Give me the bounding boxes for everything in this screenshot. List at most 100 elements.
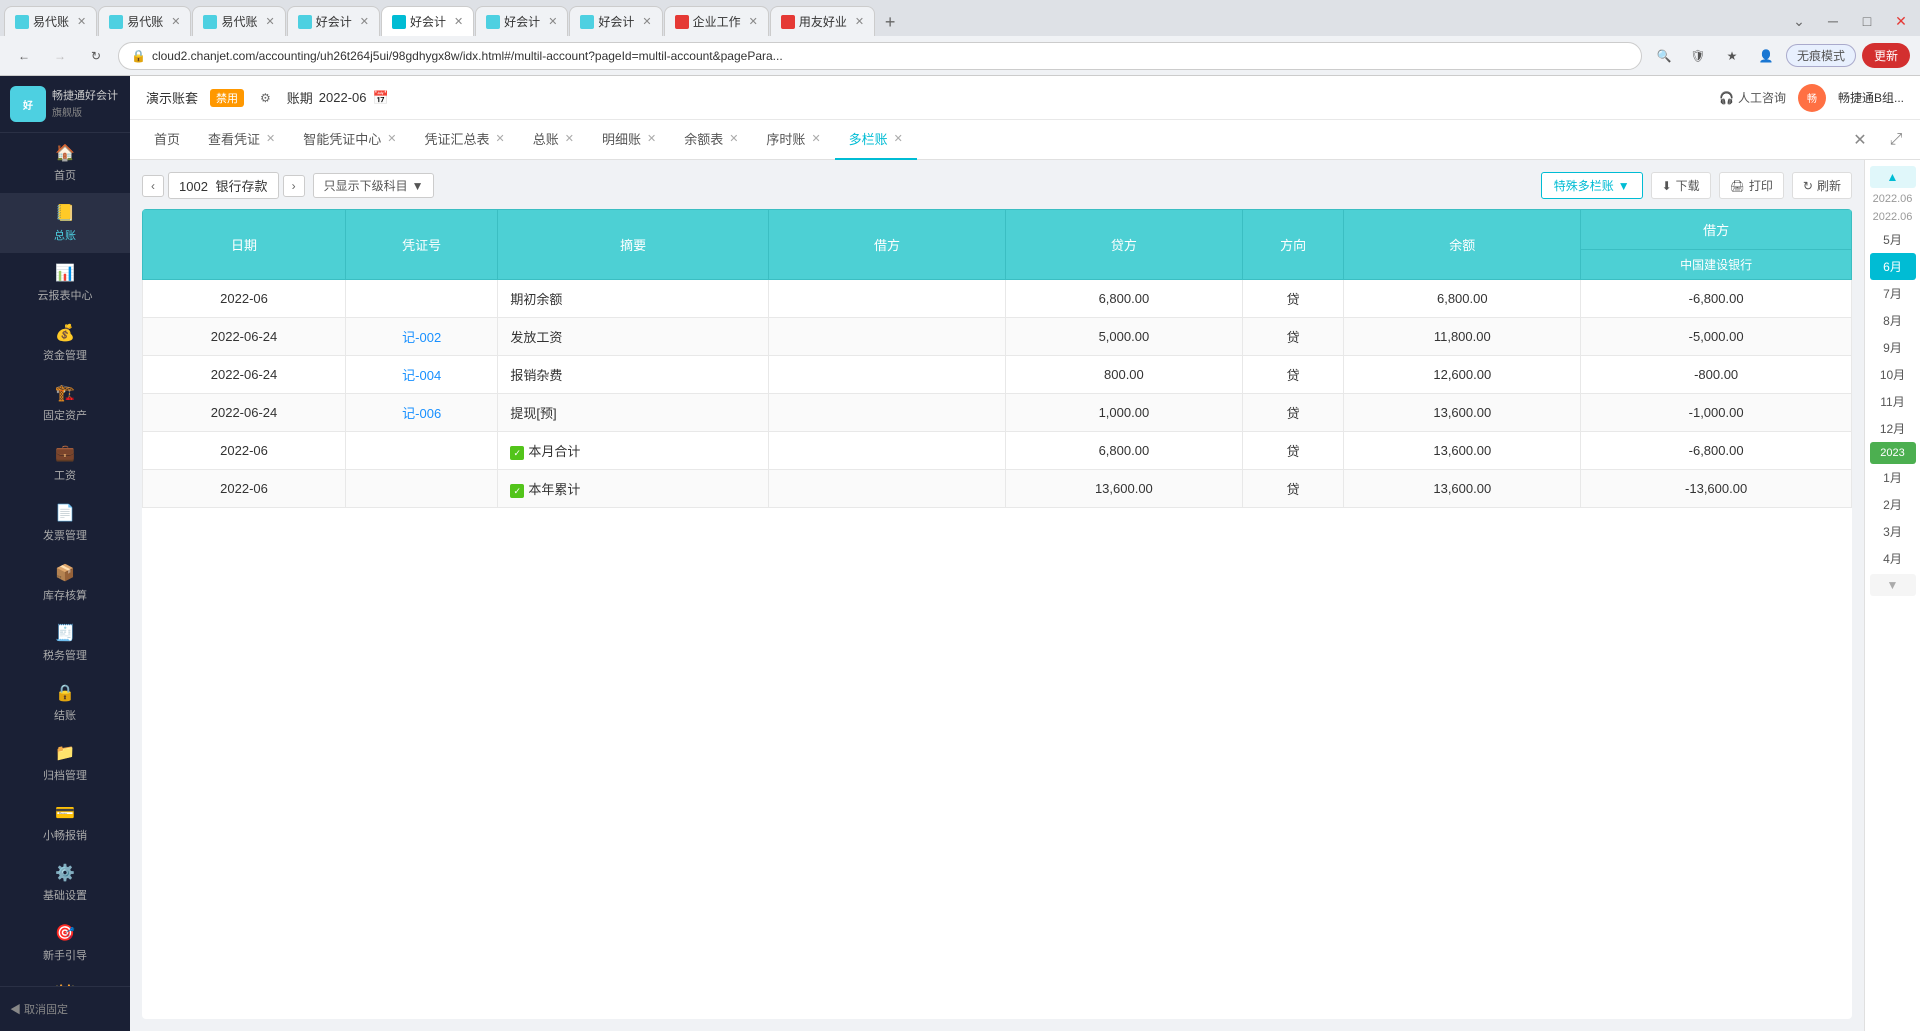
tab-close-detail-ledger[interactable]: ✕ xyxy=(647,132,656,145)
tab-smart-voucher[interactable]: 智能凭证中心 ✕ xyxy=(289,120,410,160)
panel-scroll-up[interactable]: ▲ xyxy=(1870,166,1916,188)
forward-btn[interactable]: → xyxy=(46,42,74,70)
sidebar-item-inventory[interactable]: 📦 库存核算 xyxy=(0,553,130,613)
browser-tab-7[interactable]: 好会计 ✕ xyxy=(569,6,662,36)
tab-close-1[interactable]: ✕ xyxy=(77,15,86,28)
new-tab-button[interactable]: + xyxy=(876,8,904,36)
sidebar-item-expense[interactable]: 💳 小畅报销 xyxy=(0,793,130,853)
topbar-settings-icon[interactable]: ⚙ xyxy=(260,91,271,105)
no-trace-btn[interactable]: 无痕模式 xyxy=(1786,44,1856,67)
collapse-tabs-btn[interactable]: ✕ xyxy=(1846,126,1874,154)
panel-month-8[interactable]: 8月 xyxy=(1870,307,1916,334)
print-btn[interactable]: 🖨 打印 xyxy=(1719,172,1784,199)
account-selector[interactable]: 1002 银行存款 xyxy=(168,172,279,199)
panel-month-11[interactable]: 11月 xyxy=(1870,388,1916,415)
unpin-btn[interactable]: ◀ 取消固定 xyxy=(6,997,124,1021)
tab-detail-ledger[interactable]: 明细账 ✕ xyxy=(588,120,670,160)
panel-month-12[interactable]: 12月 xyxy=(1870,415,1916,442)
sidebar-item-invoice[interactable]: 📄 发票管理 xyxy=(0,493,130,553)
user-avatar[interactable]: 畅 xyxy=(1798,84,1826,112)
demo-tag[interactable]: 禁用 xyxy=(210,89,244,107)
sidebar-item-reports[interactable]: 📊 云报表中心 xyxy=(0,253,130,313)
voucher-link[interactable]: 记-006 xyxy=(402,406,441,421)
tab-close-balance-table[interactable]: ✕ xyxy=(729,132,738,145)
filter-btn[interactable]: 只显示下级科目 ▼ xyxy=(313,173,435,198)
tab-close-3[interactable]: ✕ xyxy=(265,15,274,28)
reload-btn[interactable]: ↻ xyxy=(82,42,110,70)
sidebar-item-tax[interactable]: 🧾 税务管理 xyxy=(0,613,130,673)
panel-month-2023-1[interactable]: 1月 xyxy=(1870,464,1916,491)
panel-month-2023-3[interactable]: 3月 xyxy=(1870,518,1916,545)
tab-close-journal[interactable]: ✕ xyxy=(811,132,820,145)
sidebar-item-assets[interactable]: 🏗️ 固定资产 xyxy=(0,373,130,433)
refresh-btn[interactable]: ↻ 刷新 xyxy=(1792,172,1852,199)
update-btn[interactable]: 更新 xyxy=(1862,43,1910,68)
sidebar-item-settings[interactable]: ⚙️ 基础设置 xyxy=(0,853,130,913)
browser-tab-9[interactable]: 用友好业 ✕ xyxy=(770,6,875,36)
sidebar-item-archive[interactable]: 📁 归档管理 xyxy=(0,733,130,793)
sidebar-item-payroll[interactable]: 💼 工资 xyxy=(0,433,130,493)
panel-month-7[interactable]: 7月 xyxy=(1870,280,1916,307)
next-account-btn[interactable]: › xyxy=(283,175,305,197)
calendar-icon[interactable]: 📅 xyxy=(373,90,389,106)
tab-view-voucher[interactable]: 查看凭证 ✕ xyxy=(194,120,289,160)
tab-general-ledger[interactable]: 总账 ✕ xyxy=(519,120,588,160)
voucher-link[interactable]: 记-002 xyxy=(402,330,441,345)
tab-close-view-voucher[interactable]: ✕ xyxy=(266,132,275,145)
shield-icon[interactable]: 🛡 xyxy=(1684,42,1712,70)
voucher-link[interactable]: 记-004 xyxy=(402,368,441,383)
panel-month-2023-2[interactable]: 2月 xyxy=(1870,491,1916,518)
tab-home[interactable]: 首页 xyxy=(140,120,194,160)
panel-month-6[interactable]: 6月 xyxy=(1870,253,1916,280)
tab-close-smart-voucher[interactable]: ✕ xyxy=(387,132,396,145)
tab-close-general-ledger[interactable]: ✕ xyxy=(565,132,574,145)
sidebar-item-closing[interactable]: 🔒 结账 xyxy=(0,673,130,733)
browser-tab-5[interactable]: 好会计 ✕ xyxy=(381,6,474,36)
profile-icon[interactable]: 👤 xyxy=(1752,42,1780,70)
back-btn[interactable]: ← xyxy=(10,42,38,70)
panel-month-10[interactable]: 10月 xyxy=(1870,361,1916,388)
tab-close-voucher-summary[interactable]: ✕ xyxy=(496,132,505,145)
expand-tabs-btn[interactable]: ⤢ xyxy=(1882,126,1910,154)
tab-close-8[interactable]: ✕ xyxy=(749,15,758,28)
tab-dropdown-btn[interactable]: ⌄ xyxy=(1784,6,1814,36)
close-window-btn[interactable]: ✕ xyxy=(1886,6,1916,36)
tab-multi-col[interactable]: 多栏账 ✕ xyxy=(835,120,917,160)
tab-close-4[interactable]: ✕ xyxy=(360,15,369,28)
tab-voucher-summary[interactable]: 凭证汇总表 ✕ xyxy=(410,120,518,160)
search-icon[interactable]: 🔍 xyxy=(1650,42,1678,70)
tab-close-7[interactable]: ✕ xyxy=(642,15,651,28)
url-bar[interactable]: 🔒 cloud2.chanjet.com/accounting/uh26t264… xyxy=(118,42,1642,70)
tab-close-6[interactable]: ✕ xyxy=(548,15,557,28)
tab-balance-table[interactable]: 余额表 ✕ xyxy=(670,120,752,160)
tab-close-5[interactable]: ✕ xyxy=(454,15,463,28)
sidebar-item-member[interactable]: 👑 畅会员 xyxy=(0,973,130,986)
tab-close-multi-col[interactable]: ✕ xyxy=(894,132,903,145)
multi-col-btn[interactable]: 特殊多栏账 ▼ xyxy=(1541,172,1643,199)
panel-month-2023-4[interactable]: 4月 xyxy=(1870,545,1916,572)
tab-label-5: 好会计 xyxy=(410,13,446,30)
tab-journal[interactable]: 序时账 ✕ xyxy=(752,120,834,160)
browser-tab-4[interactable]: 好会计 ✕ xyxy=(287,6,380,36)
sidebar-item-ledger[interactable]: 📒 总账 xyxy=(0,193,130,253)
consult-btn[interactable]: 🎧 人工咨询 xyxy=(1719,89,1786,106)
browser-tab-3[interactable]: 易代账 ✕ xyxy=(192,6,285,36)
sidebar-item-guide[interactable]: 🎯 新手引导 xyxy=(0,913,130,973)
tab-close-9[interactable]: ✕ xyxy=(855,15,864,28)
bookmark-icon[interactable]: ★ xyxy=(1718,42,1746,70)
browser-tab-1[interactable]: 易代账 ✕ xyxy=(4,6,97,36)
panel-scroll-down[interactable]: ▼ xyxy=(1870,574,1916,596)
sidebar-item-home[interactable]: 🏠 首页 xyxy=(0,133,130,193)
panel-month-9[interactable]: 9月 xyxy=(1870,334,1916,361)
browser-tab-8[interactable]: 企业工作 ✕ xyxy=(664,6,769,36)
panel-month-5[interactable]: 5月 xyxy=(1870,226,1916,253)
prev-account-btn[interactable]: ‹ xyxy=(142,175,164,197)
sidebar-item-funds[interactable]: 💰 资金管理 xyxy=(0,313,130,373)
download-btn[interactable]: ⬇ 下载 xyxy=(1651,172,1711,199)
browser-tab-6[interactable]: 好会计 ✕ xyxy=(475,6,568,36)
tab-close-2[interactable]: ✕ xyxy=(171,15,180,28)
invoice-icon: 📄 xyxy=(55,503,75,523)
minimize-btn[interactable]: ─ xyxy=(1818,6,1848,36)
maximize-btn[interactable]: □ xyxy=(1852,6,1882,36)
browser-tab-2[interactable]: 易代账 ✕ xyxy=(98,6,191,36)
